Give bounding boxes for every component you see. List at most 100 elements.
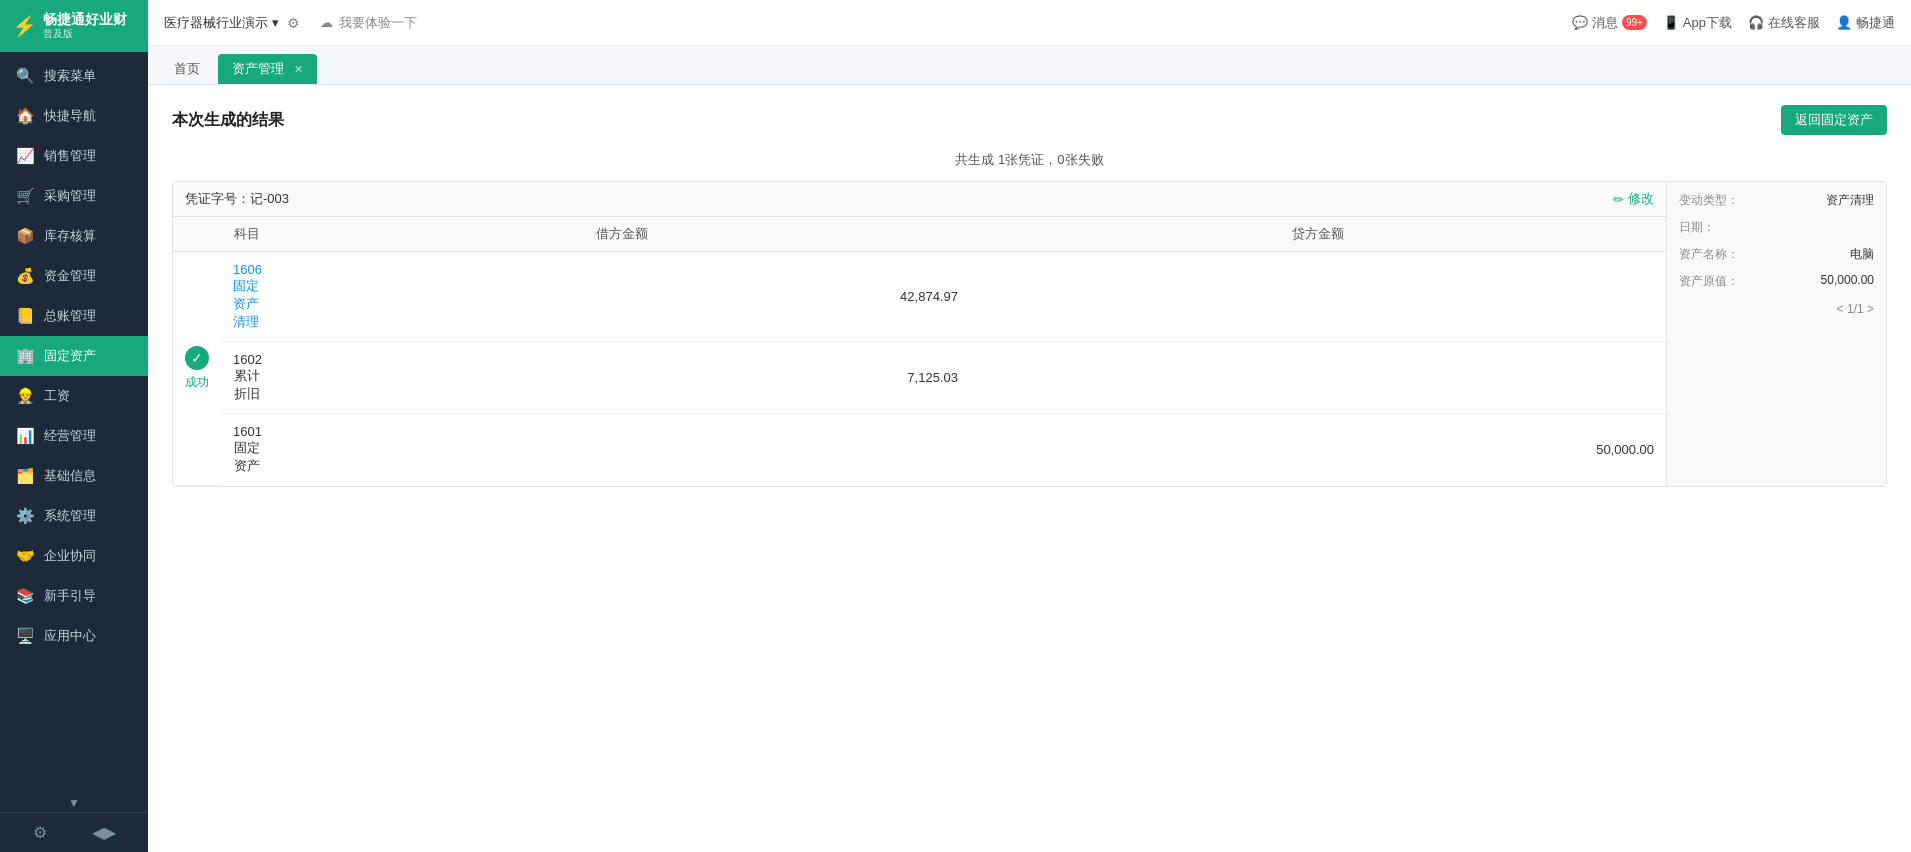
sidebar-item-label: 企业协同 — [44, 547, 96, 565]
sidebar-item-management[interactable]: 📊 经营管理 — [0, 416, 148, 456]
search-icon: 🔍 — [16, 67, 34, 85]
tab-home-label: 首页 — [174, 61, 200, 76]
guide-icon: 📚 — [16, 587, 34, 605]
summary-line: 共生成 1张凭证，0张失败 — [172, 151, 1887, 169]
credit-amount-3: 50,000.00 — [970, 414, 1666, 486]
account-code-2: 1602 累计折旧 — [221, 342, 274, 414]
pagination: < 1/1 > — [1679, 302, 1874, 316]
voucher-table: 科目 借方金额 贷方金额 ✓ 成功 — [173, 217, 1666, 486]
sidebar-item-label: 销售管理 — [44, 147, 96, 165]
next-page-btn[interactable]: > — [1867, 302, 1874, 316]
prev-page-btn[interactable]: < — [1837, 302, 1844, 316]
topbar: 医疗器械行业演示 ▾ ⚙ ☁ 我要体验一下 💬 消息 99+ 📱 App下载 🎧… — [148, 0, 1911, 46]
debit-col-header: 借方金额 — [274, 217, 970, 252]
account-code-1: 1606 固定资产清理 — [221, 252, 274, 342]
table-row: 1601 固定资产 50,000.00 — [173, 414, 1666, 486]
assets-icon: 🏢 — [16, 347, 34, 365]
asset-name-row: 资产名称： 电脑 — [1679, 246, 1874, 263]
sidebar-item-label: 系统管理 — [44, 507, 96, 525]
sidebar-item-quicknav[interactable]: 🏠 快捷导航 — [0, 96, 148, 136]
headset-icon: 🎧 — [1748, 15, 1764, 30]
company-name: 医疗器械行业演示 — [164, 14, 268, 32]
voucher-number: 凭证字号：记-003 — [185, 190, 289, 208]
voucher-right-panel: 变动类型： 资产清理 日期： 资产名称： 电脑 资产原值： 50,000.00 — [1666, 182, 1886, 486]
success-status-cell: ✓ 成功 — [173, 252, 221, 486]
finance-icon: 💰 — [16, 267, 34, 285]
mobile-icon: 📱 — [1663, 15, 1679, 30]
sidebar-item-label: 固定资产 — [44, 347, 96, 365]
sidebar-item-basic-info[interactable]: 🗂️ 基础信息 — [0, 456, 148, 496]
edit-button[interactable]: ✏ 修改 — [1613, 190, 1654, 208]
message-item[interactable]: 💬 消息 99+ — [1572, 14, 1647, 32]
sidebar-item-assets[interactable]: 🏢 固定资产 — [0, 336, 148, 376]
online-service-item[interactable]: 🎧 在线客服 — [1748, 14, 1820, 32]
original-value-value: 50,000.00 — [1821, 273, 1874, 287]
ledger-icon: 📒 — [16, 307, 34, 325]
tab-asset-management[interactable]: 资产管理 ✕ — [218, 54, 317, 84]
sidebar-item-label: 搜索菜单 — [44, 67, 96, 85]
sidebar-item-finance[interactable]: 💰 资金管理 — [0, 256, 148, 296]
sidebar-item-search[interactable]: 🔍 搜索菜单 — [0, 56, 148, 96]
sidebar-item-sales[interactable]: 📈 销售管理 — [0, 136, 148, 176]
sidebar-item-system[interactable]: ⚙️ 系统管理 — [0, 496, 148, 536]
topbar-right: 💬 消息 99+ 📱 App下载 🎧 在线客服 👤 畅捷通 — [1572, 14, 1895, 32]
purchase-icon: 🛒 — [16, 187, 34, 205]
change-type-label: 变动类型： — [1679, 192, 1739, 209]
sidebar-item-cooperation[interactable]: 🤝 企业协同 — [0, 536, 148, 576]
sidebar-item-label: 快捷导航 — [44, 107, 96, 125]
change-type-row: 变动类型： 资产清理 — [1679, 192, 1874, 209]
message-badge: 99+ — [1622, 15, 1647, 30]
sidebar-item-ledger[interactable]: 📒 总账管理 — [0, 296, 148, 336]
table-row: 1602 累计折旧 7,125.03 — [173, 342, 1666, 414]
tab-home[interactable]: 首页 — [160, 54, 214, 84]
page-title: 本次生成的结果 — [172, 110, 284, 131]
sidebar-item-apps[interactable]: 🖥️ 应用中心 — [0, 616, 148, 656]
edit-icon: ✏ — [1613, 192, 1624, 207]
company-dropdown-icon: ▾ — [272, 15, 279, 30]
debit-amount-1: 42,874.97 — [274, 252, 970, 342]
logo-icon: ⚡ — [12, 14, 37, 38]
salary-icon: 👷 — [16, 387, 34, 405]
return-button[interactable]: 返回固定资产 — [1781, 105, 1887, 135]
original-value-label: 资产原值： — [1679, 273, 1739, 290]
change-type-value: 资产清理 — [1826, 192, 1874, 209]
sidebar-item-label: 基础信息 — [44, 467, 96, 485]
sidebar-item-inventory[interactable]: 📦 库存核算 — [0, 216, 148, 256]
sidebar-nav: 🔍 搜索菜单 🏠 快捷导航 📈 销售管理 🛒 采购管理 📦 库存核算 💰 资金管… — [0, 52, 148, 793]
sidebar-item-purchase[interactable]: 🛒 采购管理 — [0, 176, 148, 216]
tab-close-icon[interactable]: ✕ — [294, 63, 303, 75]
table-row: ✓ 成功 1606 固定资产清理 42,874.97 — [173, 252, 1666, 342]
cooperation-icon: 🤝 — [16, 547, 34, 565]
app-name: 畅捷通好业财 — [43, 11, 127, 28]
sidebar-item-label: 库存核算 — [44, 227, 96, 245]
experience-bar[interactable]: ☁ 我要体验一下 — [320, 14, 417, 32]
sidebar: ⚡ 畅捷通好业财 普及版 🔍 搜索菜单 🏠 快捷导航 📈 销售管理 🛒 采购管理… — [0, 0, 148, 852]
status-col-header — [173, 217, 221, 252]
date-label: 日期： — [1679, 219, 1715, 236]
collapse-icon[interactable]: ◀▶ — [92, 823, 116, 842]
settings-icon[interactable]: ⚙ — [33, 823, 47, 842]
asset-name-label: 资产名称： — [1679, 246, 1739, 263]
sidebar-item-salary[interactable]: 👷 工资 — [0, 376, 148, 416]
user-item[interactable]: 👤 畅捷通 — [1836, 14, 1895, 32]
tab-asset-label: 资产管理 — [232, 61, 284, 76]
account-col-header: 科目 — [221, 217, 274, 252]
message-label: 消息 — [1592, 14, 1618, 32]
credit-amount-1 — [970, 252, 1666, 342]
app-edition: 普及版 — [43, 27, 127, 41]
sidebar-item-label: 工资 — [44, 387, 70, 405]
app-download-item[interactable]: 📱 App下载 — [1663, 14, 1732, 32]
debit-amount-2: 7,125.03 — [274, 342, 970, 414]
sidebar-item-guide[interactable]: 📚 新手引导 — [0, 576, 148, 616]
experience-label: 我要体验一下 — [339, 14, 417, 32]
date-row: 日期： — [1679, 219, 1874, 236]
sidebar-item-label: 应用中心 — [44, 627, 96, 645]
sidebar-scroll-down[interactable]: ▼ — [68, 796, 80, 810]
quicknav-icon: 🏠 — [16, 107, 34, 125]
sidebar-item-label: 总账管理 — [44, 307, 96, 325]
company-selector[interactable]: 医疗器械行业演示 ▾ — [164, 14, 279, 32]
settings-gear-icon[interactable]: ⚙ — [287, 15, 300, 31]
online-service-label: 在线客服 — [1768, 14, 1820, 32]
management-icon: 📊 — [16, 427, 34, 445]
sidebar-item-label: 新手引导 — [44, 587, 96, 605]
